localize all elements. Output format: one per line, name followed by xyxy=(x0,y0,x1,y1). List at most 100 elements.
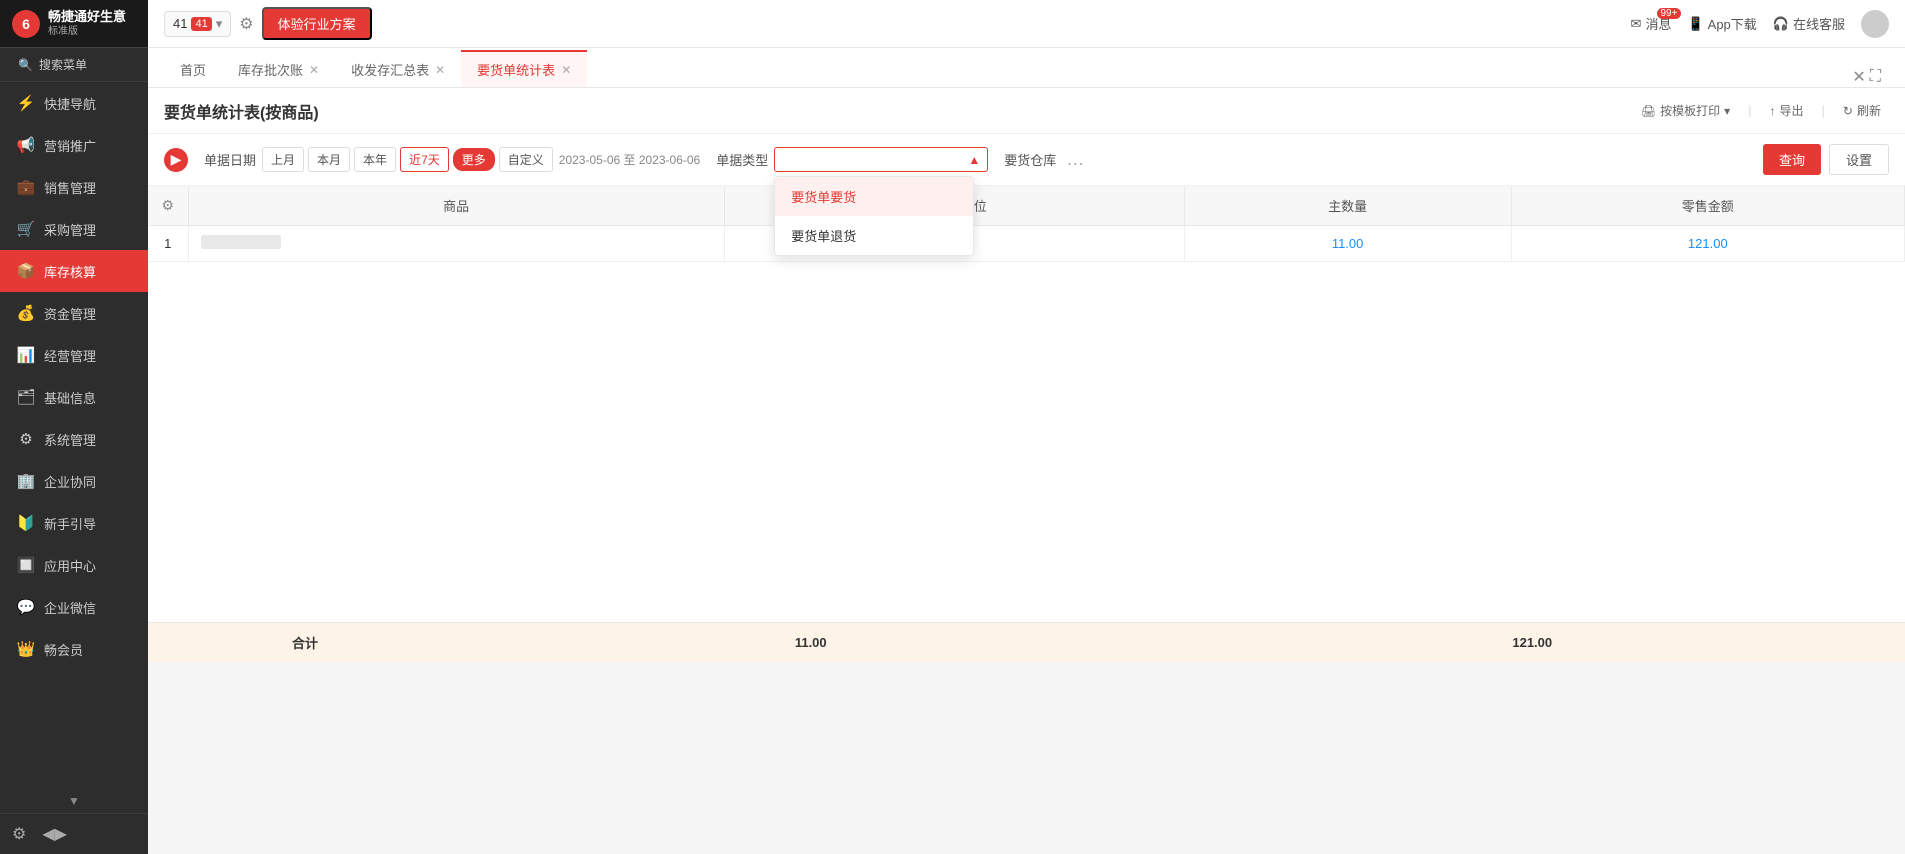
tab-order-stats[interactable]: 要货单统计表 ✕ xyxy=(461,50,587,87)
filter-type-input[interactable] xyxy=(774,147,988,172)
headset-icon: 🎧 xyxy=(1773,16,1789,32)
store-number: 41 xyxy=(173,16,187,31)
enterprise-icon: 🏢 xyxy=(16,471,36,491)
tab-home[interactable]: 首页 xyxy=(164,50,222,87)
page-inner: 要货单统计表(按商品) 🖨 按模板打印 ▾ | ↑ 导出 | ↻ xyxy=(148,88,1905,662)
col-quantity: 主数量 xyxy=(1184,186,1511,226)
export-icon: ↑ xyxy=(1770,104,1776,118)
filter-warehouse-label: 要货仓库 xyxy=(1004,150,1056,169)
sidebar-item-system[interactable]: ⚙ 系统管理 xyxy=(0,418,148,460)
finance-icon: 💰 xyxy=(16,303,36,323)
action-divider-1: | xyxy=(1748,103,1751,118)
filter-more-icon[interactable]: … xyxy=(1062,149,1088,170)
app-logo-text: 畅捷通好生意 标准版 xyxy=(48,9,126,39)
print-button[interactable]: 🖨 按模板打印 ▾ xyxy=(1633,98,1738,123)
table-header-row: ⚙ 商品 主计量单位 主数量 零售金额 xyxy=(148,186,1905,226)
col-settings[interactable]: ⚙ xyxy=(148,186,188,226)
app-download-button[interactable]: 📱 App下载 xyxy=(1687,14,1756,33)
filter-expand-button[interactable]: ▶ xyxy=(164,148,188,172)
sales-icon: 💼 xyxy=(16,177,36,197)
sidebar-item-quick-nav[interactable]: ⚡ 快捷导航 xyxy=(0,82,148,124)
export-button[interactable]: ↑ 导出 xyxy=(1762,98,1812,123)
date-btn-this-year[interactable]: 本年 xyxy=(354,147,396,172)
promo-button[interactable]: 体验行业方案 xyxy=(262,7,372,40)
marketing-icon: 📢 xyxy=(16,135,36,155)
app-download-label: App下载 xyxy=(1708,14,1757,33)
data-table: ⚙ 商品 主计量单位 主数量 零售金额 1 xyxy=(148,186,1905,262)
footer-quantity: 11.00 xyxy=(450,635,1172,650)
sidebar-item-finance[interactable]: 💰 资金管理 xyxy=(0,292,148,334)
settings-button[interactable]: 设置 xyxy=(1829,144,1889,175)
row-quantity[interactable]: 11.00 xyxy=(1184,226,1511,262)
settings-bottom-icon[interactable]: ⚙ xyxy=(12,824,26,844)
table-row: 1 块 11.00 121.00 xyxy=(148,226,1905,262)
app-logo-icon: 6 xyxy=(12,10,40,38)
message-badge: 99+ xyxy=(1657,8,1682,19)
sidebar-item-enterprise[interactable]: 🏢 企业协同 xyxy=(0,460,148,502)
sidebar-item-member[interactable]: 👑 畅会员 xyxy=(0,628,148,670)
online-service-label: 在线客服 xyxy=(1793,14,1845,33)
row-amount[interactable]: 121.00 xyxy=(1511,226,1904,262)
column-settings-icon[interactable]: ⚙ xyxy=(161,197,174,213)
system-icon: ⚙ xyxy=(16,429,36,449)
sidebar-toggle-icon[interactable]: ◀▶ xyxy=(42,824,67,844)
tab-close-batch-account[interactable]: ✕ xyxy=(309,63,319,77)
sidebar-item-sales[interactable]: 💼 销售管理 xyxy=(0,166,148,208)
date-btn-more[interactable]: 更多 xyxy=(453,148,495,171)
dropdown-item-return[interactable]: 要货单退货 xyxy=(775,216,973,255)
phone-icon: 📱 xyxy=(1687,16,1703,32)
online-service-button[interactable]: 🎧 在线客服 xyxy=(1773,14,1845,33)
avatar[interactable] xyxy=(1861,10,1889,38)
sidebar-item-base[interactable]: 🗂 基础信息 xyxy=(0,376,148,418)
topbar-gear-icon[interactable]: ⚙ xyxy=(239,14,253,34)
query-button[interactable]: 查询 xyxy=(1763,144,1821,175)
dropdown-item-order[interactable]: 要货单要货 xyxy=(775,177,973,216)
appstore-icon: 🔲 xyxy=(16,555,36,575)
type-dropdown-menu: 要货单要货 要货单退货 xyxy=(774,176,974,256)
footer-amount: 121.00 xyxy=(1172,635,1894,650)
topbar-right: ✉ 消息 99+ 📱 App下载 🎧 在线客服 xyxy=(1631,10,1889,38)
tab-close-receive-summary[interactable]: ✕ xyxy=(435,63,445,77)
date-btn-last-month[interactable]: 上月 xyxy=(262,147,304,172)
tab-batch-account[interactable]: 库存批次账 ✕ xyxy=(222,50,335,87)
sidebar-item-marketing[interactable]: 📢 营销推广 xyxy=(0,124,148,166)
col-product: 商品 xyxy=(188,186,724,226)
sidebar-item-operation[interactable]: 📊 经营管理 xyxy=(0,334,148,376)
quick-nav-icon: ⚡ xyxy=(16,93,36,113)
page-title: 要货单统计表(按商品) xyxy=(164,99,319,123)
page-content: 要货单统计表(按商品) 🖨 按模板打印 ▾ | ↑ 导出 | ↻ xyxy=(148,88,1905,854)
main-content: 41 41 ▾ ⚙ 体验行业方案 ✉ 消息 99+ 📱 App下载 🎧 在线客服 xyxy=(148,0,1905,854)
row-product xyxy=(188,226,724,262)
store-caret-icon: ▾ xyxy=(216,16,223,32)
refresh-button[interactable]: ↻ 刷新 xyxy=(1835,98,1889,123)
sidebar-search[interactable]: 🔍 搜索菜单 xyxy=(0,48,148,82)
sidebar-item-wechat[interactable]: 💬 企业微信 xyxy=(0,586,148,628)
tab-close-order-stats[interactable]: ✕ xyxy=(561,63,571,77)
filter-bar: ▶ 单据日期 上月 本月 本年 近7天 更多 自定义 2023-05-06 至 … xyxy=(148,134,1905,186)
purchase-icon: 🛒 xyxy=(16,219,36,239)
store-selector[interactable]: 41 41 ▾ xyxy=(164,11,231,37)
sidebar-item-purchase[interactable]: 🛒 采购管理 xyxy=(0,208,148,250)
filter-action-btns: 查询 设置 xyxy=(1763,144,1889,175)
store-dropdown-badge: 41 xyxy=(191,17,211,31)
wechat-icon: 💬 xyxy=(16,597,36,617)
date-btn-custom[interactable]: 自定义 xyxy=(499,147,553,172)
guide-icon: 🔰 xyxy=(16,513,36,533)
filter-warehouse-group: 要货仓库 … xyxy=(1004,149,1088,170)
sidebar-item-appstore[interactable]: 🔲 应用中心 xyxy=(0,544,148,586)
sidebar-logo: 6 畅捷通好生意 标准版 xyxy=(0,0,148,48)
sidebar-scroll-down[interactable]: ▼ xyxy=(0,789,148,813)
date-range-display: 2023-05-06 至 2023-06-06 xyxy=(559,151,700,168)
page-header-actions: 🖨 按模板打印 ▾ | ↑ 导出 | ↻ 刷新 xyxy=(1633,98,1889,123)
table-footer: 合计 11.00 121.00 xyxy=(148,622,1905,662)
date-btn-this-month[interactable]: 本月 xyxy=(308,147,350,172)
sidebar-item-guide[interactable]: 🔰 新手引导 xyxy=(0,502,148,544)
message-icon: ✉ xyxy=(1631,16,1642,32)
tab-receive-summary[interactable]: 收发存汇总表 ✕ xyxy=(335,50,461,87)
tab-close-all-icon[interactable]: ✕ xyxy=(1852,67,1865,87)
date-btn-7days[interactable]: 近7天 xyxy=(400,147,449,172)
tab-expand-icon[interactable]: ⛶ xyxy=(1870,68,1881,86)
message-button[interactable]: ✉ 消息 99+ xyxy=(1631,14,1672,33)
refresh-icon: ↻ xyxy=(1843,104,1853,118)
sidebar-item-inventory[interactable]: 📦 库存核算 xyxy=(0,250,148,292)
